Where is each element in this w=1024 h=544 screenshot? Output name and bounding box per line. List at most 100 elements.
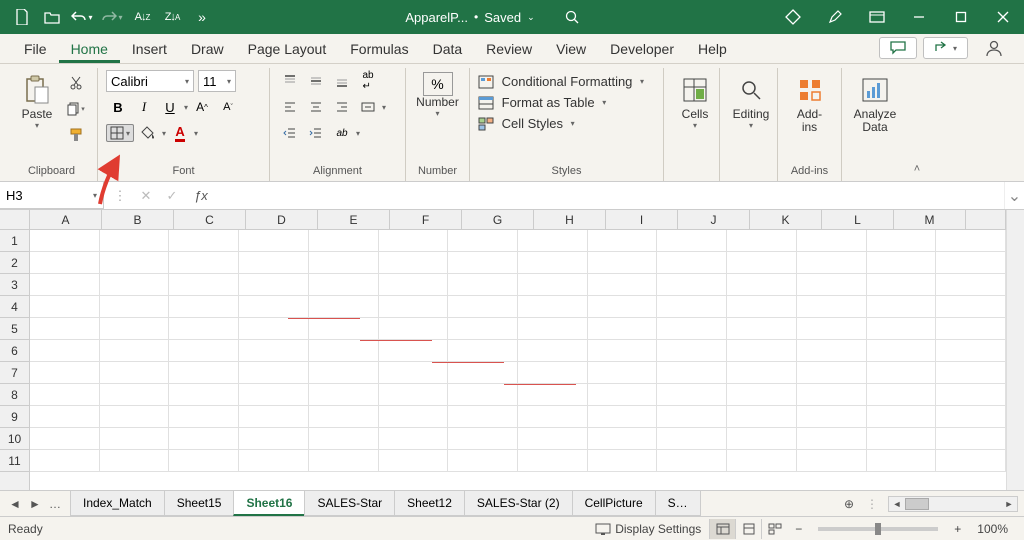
column-header[interactable]: G <box>462 210 534 229</box>
cell[interactable] <box>657 450 727 472</box>
cell[interactable] <box>379 274 449 296</box>
sheet-tab[interactable]: SALES-Star <box>304 491 395 516</box>
close-button[interactable] <box>982 0 1024 34</box>
format-painter-icon[interactable] <box>64 124 88 146</box>
cell[interactable] <box>169 318 239 340</box>
cell[interactable] <box>239 362 309 384</box>
name-box[interactable]: H3▾ <box>0 182 104 209</box>
column-header[interactable]: F <box>390 210 462 229</box>
cell[interactable] <box>169 230 239 252</box>
formula-input[interactable] <box>214 182 1004 209</box>
tab-review[interactable]: Review <box>474 35 544 63</box>
column-header[interactable]: K <box>750 210 822 229</box>
cell[interactable] <box>379 230 449 252</box>
cell[interactable] <box>867 384 937 406</box>
cell[interactable] <box>30 340 100 362</box>
cell[interactable] <box>169 450 239 472</box>
cell[interactable] <box>309 450 379 472</box>
cell[interactable] <box>379 340 449 362</box>
display-settings-button[interactable]: Display Settings <box>587 522 709 536</box>
sheet-tab[interactable]: Index_Match <box>70 491 165 516</box>
sheet-nav-next-icon[interactable]: ► <box>26 497 44 511</box>
cell[interactable] <box>518 362 588 384</box>
cell[interactable] <box>588 230 658 252</box>
cell[interactable] <box>936 252 1006 274</box>
cell[interactable] <box>518 340 588 362</box>
cell[interactable] <box>100 384 170 406</box>
cell[interactable] <box>867 230 937 252</box>
cell[interactable] <box>379 428 449 450</box>
cell[interactable] <box>100 428 170 450</box>
addins-button[interactable]: Add-ins <box>786 68 833 138</box>
cell[interactable] <box>309 318 379 340</box>
cell[interactable] <box>30 450 100 472</box>
zoom-level[interactable]: 100% <box>969 522 1016 536</box>
cells-button[interactable]: Cells▾ <box>672 68 718 134</box>
cell[interactable] <box>448 384 518 406</box>
new-file-icon[interactable] <box>8 4 36 30</box>
align-center-icon[interactable] <box>304 96 328 118</box>
cell[interactable] <box>448 362 518 384</box>
qat-more-icon[interactable]: » <box>188 4 216 30</box>
sheet-tab[interactable]: Sheet15 <box>164 491 235 516</box>
cell[interactable] <box>657 274 727 296</box>
cell[interactable] <box>588 406 658 428</box>
tab-file[interactable]: File <box>12 35 59 63</box>
cell[interactable] <box>379 450 449 472</box>
cell[interactable] <box>239 428 309 450</box>
align-middle-icon[interactable] <box>304 70 328 92</box>
cell[interactable] <box>30 230 100 252</box>
cell[interactable] <box>936 274 1006 296</box>
zoom-out-button[interactable]: − <box>787 522 810 536</box>
cell[interactable] <box>30 406 100 428</box>
cell[interactable] <box>588 252 658 274</box>
tab-data[interactable]: Data <box>421 35 475 63</box>
cell[interactable] <box>588 428 658 450</box>
analyze-data-button[interactable]: Analyze Data <box>850 68 900 138</box>
cell[interactable] <box>309 406 379 428</box>
tab-home[interactable]: Home <box>59 35 120 63</box>
number-format-button[interactable]: % Number ▾ <box>414 68 461 122</box>
cell[interactable] <box>30 384 100 406</box>
cell[interactable] <box>797 450 867 472</box>
cell[interactable] <box>448 274 518 296</box>
cell[interactable] <box>239 274 309 296</box>
cell[interactable] <box>448 318 518 340</box>
sheet-nav-prev-icon[interactable]: ◄ <box>6 497 24 511</box>
cell[interactable] <box>518 230 588 252</box>
cut-icon[interactable] <box>64 72 88 94</box>
conditional-formatting-button[interactable]: Conditional Formatting ▾ <box>478 74 644 89</box>
cell[interactable] <box>448 252 518 274</box>
cell[interactable] <box>309 274 379 296</box>
fill-color-dropdown-icon[interactable]: ▾ <box>162 129 166 138</box>
sheet-tab[interactable]: SALES-Star (2) <box>464 491 573 516</box>
ribbon-display-icon[interactable] <box>856 0 898 34</box>
cell[interactable] <box>797 362 867 384</box>
cell[interactable] <box>448 340 518 362</box>
hscroll-left-icon[interactable]: ◄ <box>889 499 905 509</box>
page-break-view-button[interactable] <box>761 519 787 539</box>
cell[interactable] <box>518 384 588 406</box>
sheet-tab[interactable]: Sheet16 <box>233 491 305 516</box>
cell[interactable] <box>588 384 658 406</box>
orientation-icon[interactable]: ab <box>330 122 354 144</box>
zoom-slider[interactable] <box>818 527 938 531</box>
cell[interactable] <box>379 296 449 318</box>
column-header[interactable]: M <box>894 210 966 229</box>
cancel-formula-icon[interactable]: ✕ <box>136 188 156 204</box>
cell[interactable] <box>797 318 867 340</box>
cell[interactable] <box>936 318 1006 340</box>
column-header[interactable]: I <box>606 210 678 229</box>
cell[interactable] <box>169 340 239 362</box>
cell[interactable] <box>727 340 797 362</box>
cell[interactable] <box>30 274 100 296</box>
cell[interactable] <box>169 384 239 406</box>
expand-formula-bar-icon[interactable]: ⌄ <box>1004 182 1024 209</box>
cell[interactable] <box>588 340 658 362</box>
cell[interactable] <box>379 384 449 406</box>
cell[interactable] <box>518 296 588 318</box>
open-file-icon[interactable] <box>38 4 66 30</box>
cell[interactable] <box>100 252 170 274</box>
column-header[interactable]: J <box>678 210 750 229</box>
select-all-corner[interactable] <box>0 210 30 230</box>
